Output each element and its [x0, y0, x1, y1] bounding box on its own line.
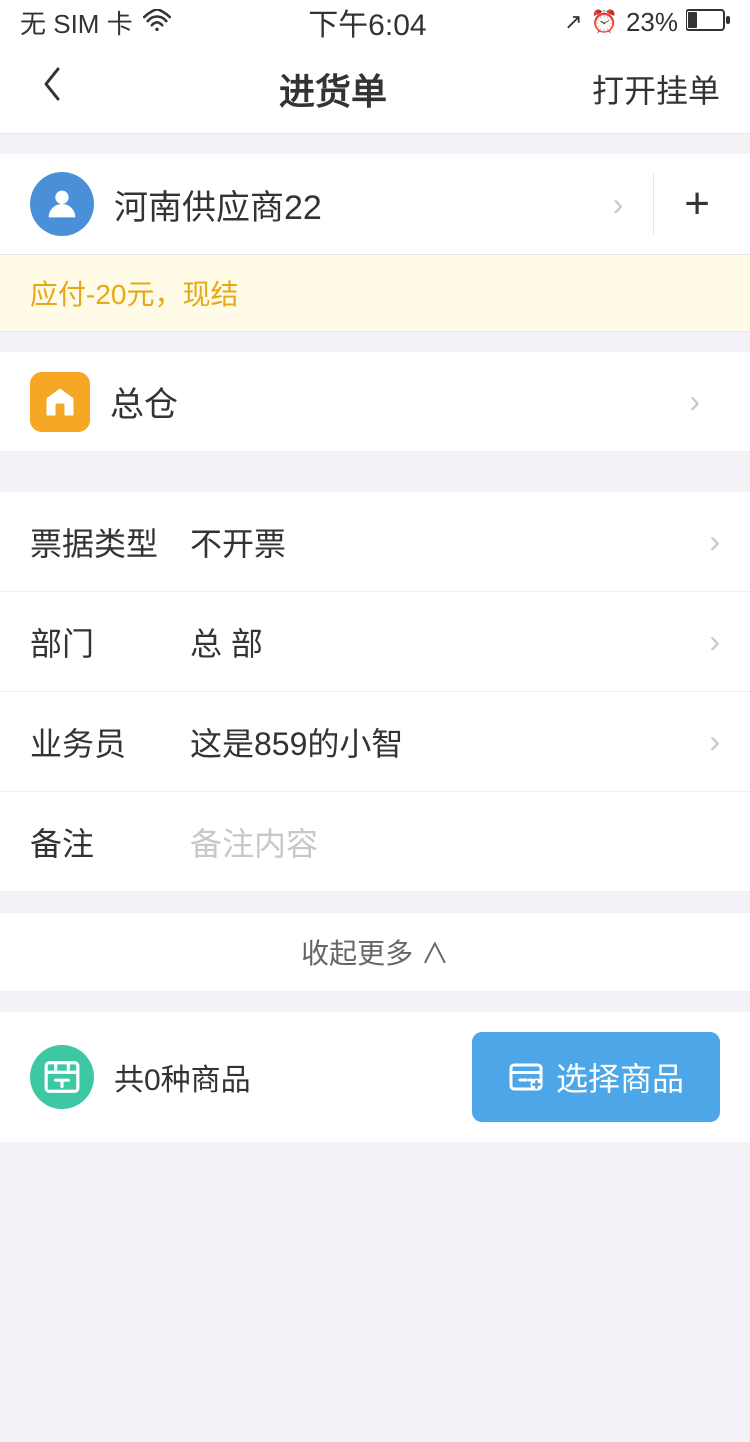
divider-2 [0, 452, 750, 472]
status-right: ↗ ⏰ 23% [564, 7, 730, 38]
select-product-button[interactable]: 选择商品 [472, 1032, 720, 1122]
department-row[interactable]: 部门 总 部 › [0, 592, 750, 692]
remark-row[interactable]: 备注 备注内容 [0, 792, 750, 892]
alarm-icon: ⏰ [591, 9, 618, 35]
notice-bar: 应付-20元，现结 [0, 255, 750, 332]
warehouse-icon [30, 372, 90, 432]
product-icon [30, 1045, 94, 1109]
salesperson-row[interactable]: 业务员 这是859的小智 › [0, 692, 750, 792]
salesperson-value: 这是859的小智 [190, 719, 709, 765]
invoice-type-chevron-icon: › [709, 523, 720, 560]
remark-label: 备注 [30, 819, 170, 865]
supplier-name: 河南供应商22 [114, 180, 613, 229]
divider-vertical [653, 174, 654, 234]
notice-text: 应付-20元，现结 [30, 279, 238, 310]
invoice-type-value: 不开票 [190, 519, 709, 565]
warehouse-label: 总仓 [110, 377, 689, 426]
status-bar: 无 SIM 卡 下午6:04 ↗ ⏰ 23% [0, 0, 750, 44]
location-icon: ↗ [564, 9, 582, 35]
form-section: 票据类型 不开票 › 部门 总 部 › 业务员 这是859的小智 › 备注 备注… [0, 492, 750, 892]
battery-icon [686, 7, 730, 38]
supplier-section: 河南供应商22 › + [0, 154, 750, 255]
collapse-button[interactable]: 收起更多 ∧ [0, 912, 750, 992]
remark-input[interactable]: 备注内容 [190, 819, 720, 865]
status-left: 无 SIM 卡 [20, 4, 171, 41]
product-count-label: 共0种商品 [114, 1055, 452, 1099]
invoice-type-row[interactable]: 票据类型 不开票 › [0, 492, 750, 592]
carrier-text: 无 SIM 卡 [20, 4, 133, 41]
wifi-icon [143, 7, 171, 38]
add-supplier-button[interactable]: + [664, 169, 720, 239]
salesperson-chevron-icon: › [709, 723, 720, 760]
invoice-type-label: 票据类型 [30, 519, 170, 565]
supplier-chevron-icon: › [613, 186, 624, 223]
open-pending-button[interactable]: 打开挂单 [592, 66, 720, 112]
status-time: 下午6:04 [308, 0, 426, 44]
collapse-label: 收起更多 ∧ [301, 932, 449, 972]
department-chevron-icon: › [709, 623, 720, 660]
divider-1 [0, 134, 750, 154]
warehouse-chevron-icon: › [689, 383, 700, 420]
department-value: 总 部 [190, 619, 709, 665]
nav-bar: 进货单 打开挂单 [0, 44, 750, 134]
warehouse-section: 总仓 › [0, 352, 750, 452]
supplier-avatar [30, 172, 94, 236]
back-button[interactable] [30, 55, 74, 123]
salesperson-label: 业务员 [30, 719, 170, 765]
battery-percent: 23% [626, 7, 678, 38]
page-title: 进货单 [279, 63, 387, 115]
bottom-bar: 共0种商品 选择商品 [0, 1012, 750, 1142]
page-background [0, 1142, 750, 1442]
warehouse-row[interactable]: 总仓 › [0, 352, 750, 452]
department-label: 部门 [30, 619, 170, 665]
supplier-row[interactable]: 河南供应商22 › [30, 154, 643, 254]
select-product-label: 选择商品 [556, 1054, 684, 1100]
